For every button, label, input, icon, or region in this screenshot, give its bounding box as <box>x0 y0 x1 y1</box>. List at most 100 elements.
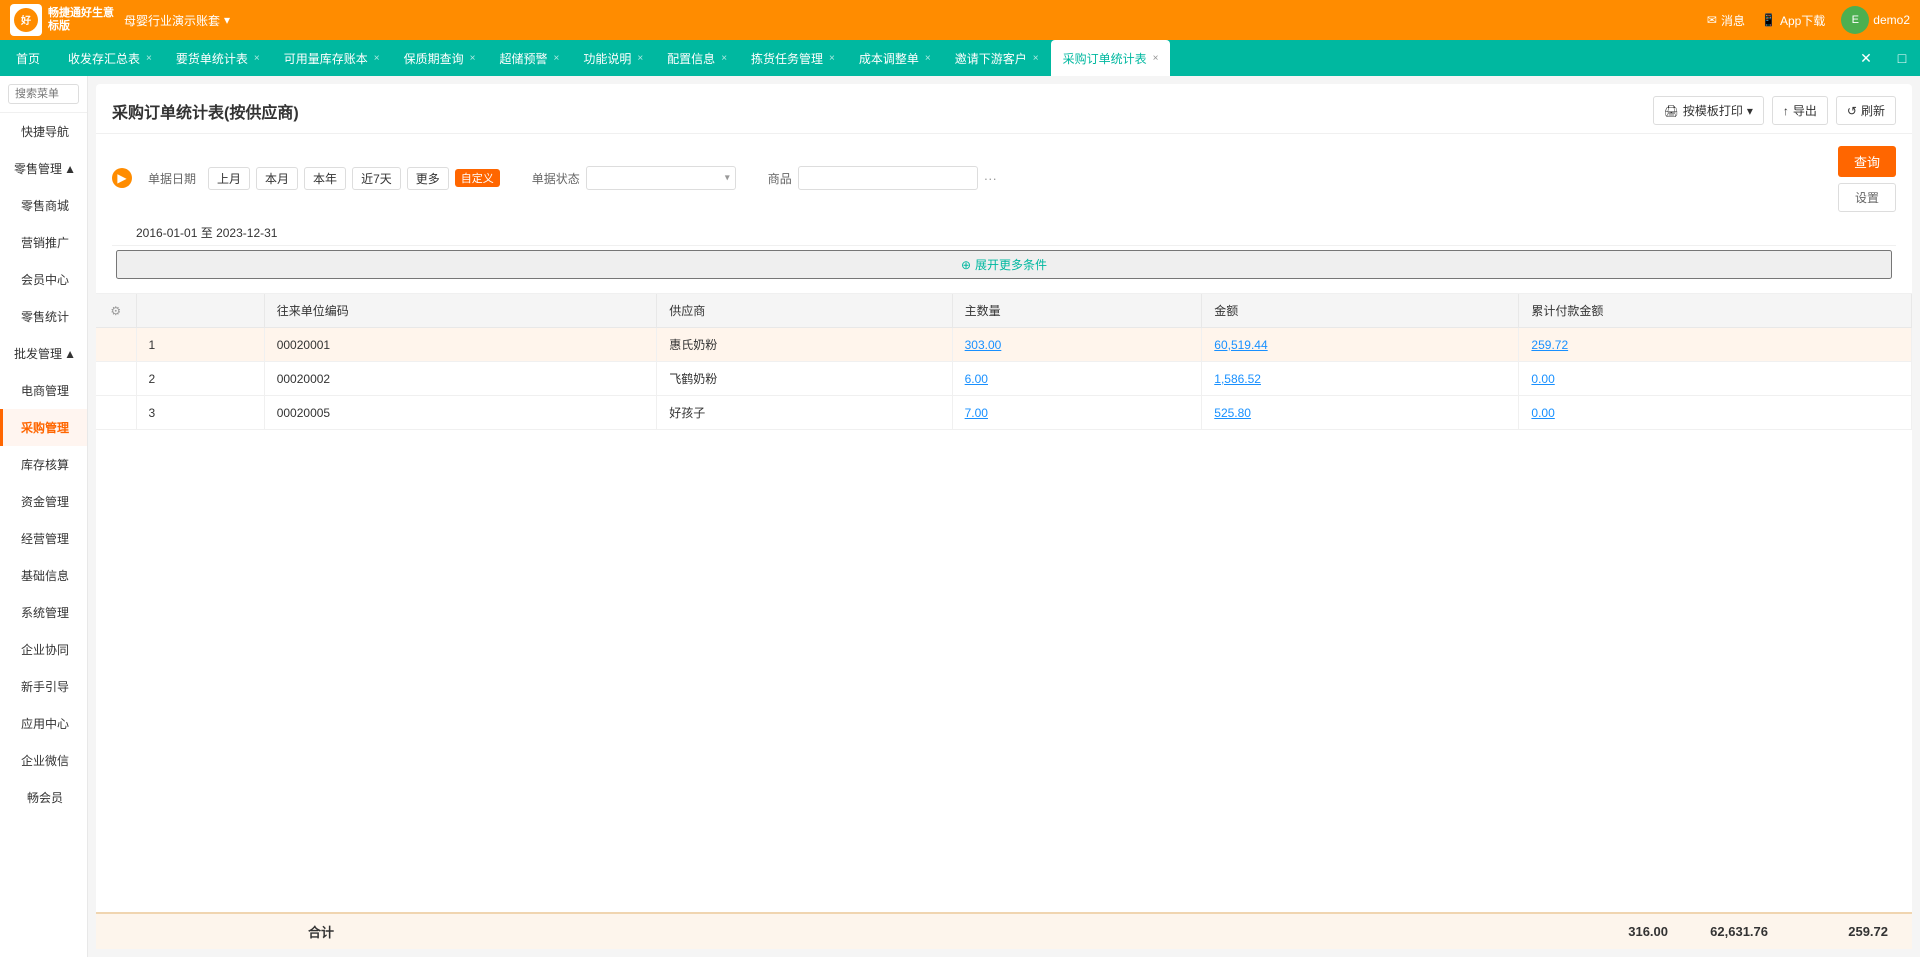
nav-tab-expiry[interactable]: 保质期查询 × <box>392 40 488 76</box>
logo-text: 畅捷通好生意 标版 <box>48 7 114 33</box>
refresh-button[interactable]: ↺ 刷新 <box>1836 96 1896 125</box>
sidebar-item-enterprise[interactable]: 企业协同 <box>0 631 87 668</box>
export-button[interactable]: ↑ 导出 <box>1772 96 1828 125</box>
table-container: ⚙ 往来单位编码 供应商 主数量 金额 累计付款金额 1 000200 <box>96 294 1912 912</box>
close-icon[interactable]: × <box>146 53 152 64</box>
settings-button[interactable]: 设置 <box>1838 183 1896 212</box>
row-index: 1 <box>136 328 264 362</box>
sidebar-item-quick-nav[interactable]: 快捷导航 <box>0 113 87 150</box>
nav-tab-config[interactable]: 配置信息 × <box>655 40 739 76</box>
top-bar: 好 畅捷通好生意 标版 母婴行业演示账套 ▾ ✉ 消息 📱 App下载 E de… <box>0 0 1920 40</box>
sidebar-item-purchase-mgmt[interactable]: 采购管理 <box>0 409 87 446</box>
date-btn-more[interactable]: 更多 <box>407 167 449 190</box>
nav-tab-requisition[interactable]: 要货单统计表 × <box>164 40 272 76</box>
main-layout: 快捷导航 零售管理 ▲ 零售商城 营销推广 会员中心 零售统计 批发管理 ▲ 电… <box>0 76 1920 957</box>
user-menu[interactable]: E demo2 <box>1841 6 1910 34</box>
table-body: 1 00020001 惠氏奶粉 303.00 60,519.44 259.72 … <box>96 328 1912 430</box>
query-button[interactable]: 查询 <box>1838 146 1896 177</box>
app-download-button[interactable]: 📱 App下载 <box>1761 12 1825 29</box>
close-icon[interactable]: × <box>470 53 476 64</box>
quick-nav-label: 快捷导航 <box>21 125 69 139</box>
table-row: 2 00020002 飞鹤奶粉 6.00 1,586.52 0.00 <box>96 362 1912 396</box>
expand-row: ⊕ 展开更多条件 <box>112 245 1896 283</box>
sidebar-item-member[interactable]: 畅会员 <box>0 779 87 816</box>
sidebar-item-wholesale[interactable]: 批发管理 ▲ <box>0 335 87 372</box>
row-paid: 0.00 <box>1519 362 1912 396</box>
column-settings-icon[interactable]: ⚙ <box>110 304 121 318</box>
date-btn-this-month[interactable]: 本月 <box>256 167 298 190</box>
close-icon[interactable]: × <box>721 53 727 64</box>
search-input[interactable] <box>8 84 79 104</box>
row-settings <box>96 362 136 396</box>
filter-toggle-button[interactable]: ▶ <box>112 168 132 188</box>
nav-close-button[interactable]: ✕ <box>1848 40 1884 76</box>
template-print-button[interactable]: 🖨 按模板打印 ▾ <box>1653 96 1764 125</box>
col-quantity: 主数量 <box>952 294 1202 328</box>
date-btn-7days[interactable]: 近7天 <box>352 167 401 190</box>
row-supplier: 飞鹤奶粉 <box>657 362 952 396</box>
close-icon[interactable]: × <box>1033 53 1039 64</box>
goods-input[interactable] <box>798 166 978 190</box>
nav-tab-available[interactable]: 可用量库存账本 × <box>272 40 392 76</box>
close-icon[interactable]: × <box>553 53 559 64</box>
sidebar-item-retail-stats[interactable]: 零售统计 <box>0 298 87 335</box>
nav-tab-purchase-stats[interactable]: 采购订单统计表 × <box>1051 40 1171 76</box>
sidebar-search-area <box>0 76 87 113</box>
workspace-selector[interactable]: 母婴行业演示账套 ▾ <box>124 12 1697 29</box>
nav-tab-function[interactable]: 功能说明 × <box>571 40 655 76</box>
sidebar-item-inventory[interactable]: 库存核算 <box>0 446 87 483</box>
avatar: E <box>1841 6 1869 34</box>
close-icon[interactable]: × <box>254 53 260 64</box>
page-title: 采购订单统计表(按供应商) <box>112 99 299 123</box>
sidebar-item-retail-shop[interactable]: 零售商城 <box>0 187 87 224</box>
sidebar-item-finance[interactable]: 资金管理 <box>0 483 87 520</box>
tab-label: 超储预警 <box>499 50 547 67</box>
row-quantity: 303.00 <box>952 328 1202 362</box>
nav-tab-overstock[interactable]: 超储预警 × <box>487 40 571 76</box>
sidebar-item-system[interactable]: 系统管理 <box>0 594 87 631</box>
tab-label: 成本调整单 <box>859 50 919 67</box>
close-icon[interactable]: × <box>925 53 931 64</box>
footer-label: 合计 <box>308 922 334 941</box>
date-shortcuts: 上月 本月 本年 近7天 更多 自定义 <box>208 167 500 190</box>
table-row: 1 00020001 惠氏奶粉 303.00 60,519.44 259.72 <box>96 328 1912 362</box>
top-right: ✉ 消息 📱 App下载 E demo2 <box>1707 6 1910 34</box>
message-button[interactable]: ✉ 消息 <box>1707 12 1745 29</box>
nav-tab-collection[interactable]: 收发存汇总表 × <box>56 40 164 76</box>
close-icon[interactable]: × <box>829 53 835 64</box>
date-btn-this-year[interactable]: 本年 <box>304 167 346 190</box>
sidebar-item-guide[interactable]: 新手引导 <box>0 668 87 705</box>
row-settings <box>96 396 136 430</box>
nav-tab-cost[interactable]: 成本调整单 × <box>847 40 943 76</box>
sidebar-item-app-center[interactable]: 应用中心 <box>0 705 87 742</box>
sidebar-item-retail-mgmt[interactable]: 零售管理 ▲ <box>0 150 87 187</box>
close-icon[interactable]: × <box>1153 53 1159 64</box>
expand-filter-button[interactable]: ⊕ 展开更多条件 <box>116 250 1892 279</box>
row-amount: 60,519.44 <box>1202 328 1519 362</box>
sidebar-item-member-center[interactable]: 会员中心 <box>0 261 87 298</box>
nav-tab-picking[interactable]: 拣货任务管理 × <box>739 40 847 76</box>
tab-label: 保质期查询 <box>404 50 464 67</box>
tab-label: 功能说明 <box>583 50 631 67</box>
sidebar-item-basic-info[interactable]: 基础信息 <box>0 557 87 594</box>
tab-label: 要货单统计表 <box>176 50 248 67</box>
nav-tab-home[interactable]: 首页 <box>0 40 56 76</box>
row-unit-code: 00020002 <box>264 362 657 396</box>
sidebar-item-ecommerce[interactable]: 电商管理 <box>0 372 87 409</box>
tab-label: 配置信息 <box>667 50 715 67</box>
goods-more-icon[interactable]: ··· <box>984 171 997 186</box>
nav-tab-invite[interactable]: 邀请下游客户 × <box>943 40 1051 76</box>
date-btn-last-month[interactable]: 上月 <box>208 167 250 190</box>
sidebar-item-marketing[interactable]: 营销推广 <box>0 224 87 261</box>
workspace-chevron-icon: ▾ <box>224 13 230 27</box>
logo-icon: 好 <box>10 4 42 36</box>
data-table: ⚙ 往来单位编码 供应商 主数量 金额 累计付款金额 1 000200 <box>96 294 1912 430</box>
row-quantity: 6.00 <box>952 362 1202 396</box>
nav-maximize-button[interactable]: □ <box>1884 40 1920 76</box>
close-icon[interactable]: × <box>637 53 643 64</box>
row-settings <box>96 328 136 362</box>
sidebar-item-wechat[interactable]: 企业微信 <box>0 742 87 779</box>
status-select[interactable] <box>586 166 736 190</box>
sidebar-item-operations[interactable]: 经营管理 <box>0 520 87 557</box>
close-icon[interactable]: × <box>374 53 380 64</box>
